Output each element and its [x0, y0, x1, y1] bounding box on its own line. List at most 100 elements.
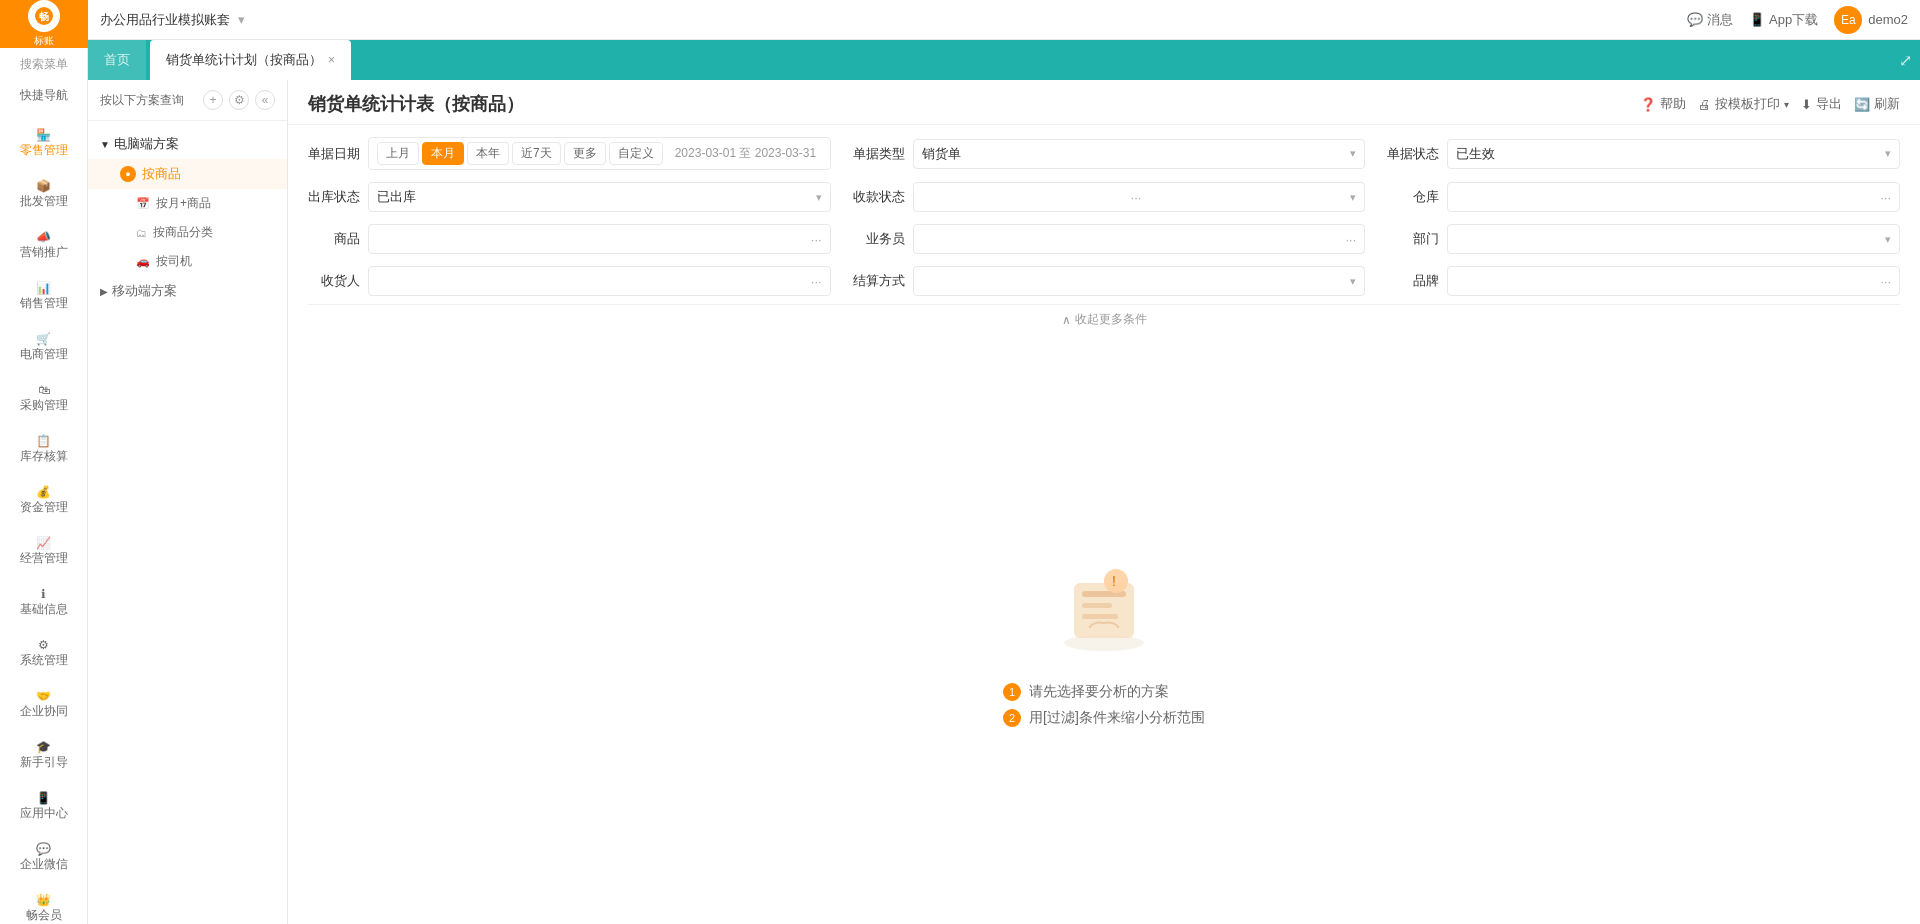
- empty-tip-2: 2 用[过滤]条件来缩小分析范围: [1003, 709, 1205, 727]
- filter-area: 单据日期 上月 本月 本年 近7天 更多 自定义 2023-03-01 至 20…: [288, 125, 1920, 346]
- export-btn[interactable]: ⬇ 导出: [1801, 95, 1842, 113]
- receipt-chevron: ▾: [1350, 191, 1356, 204]
- sidebar-item-retail[interactable]: 🏪 零售管理: [0, 118, 88, 169]
- date-btn-this-month[interactable]: 本月: [422, 142, 464, 165]
- app-download-btn[interactable]: 📱 App下载: [1749, 11, 1818, 29]
- tab-home[interactable]: 首页: [88, 40, 146, 80]
- print-btn[interactable]: 🖨 按模板打印 ▾: [1698, 95, 1789, 113]
- receiver-select[interactable]: ···: [368, 266, 831, 296]
- settings-icon: ⚙: [234, 93, 245, 107]
- sidebar-item-sales[interactable]: 📊 销售管理: [0, 271, 88, 322]
- month-goods-icon: 📅: [136, 197, 150, 210]
- collapse-filter-btn[interactable]: ∧ 收起更多条件: [308, 304, 1900, 334]
- dropdown-icon[interactable]: ▾: [238, 12, 245, 27]
- sidebar-item-inventory[interactable]: 📋 库存核算: [0, 424, 88, 475]
- sidebar-item-purchase[interactable]: 🛍 采购管理: [0, 373, 88, 424]
- title-actions: ❓ 帮助 🖨 按模板打印 ▾ ⬇ 导出 🔄 刷新: [1640, 95, 1900, 113]
- bill-type-label: 单据类型: [843, 145, 913, 163]
- sidebar-item-basic-info[interactable]: ℹ 基础信息: [0, 577, 88, 628]
- top-header: 办公用品行业模拟账套 ▾ 💬 消息 📱 App下载 Ea demo2: [88, 0, 1920, 40]
- maximize-icon: ⤢: [1899, 52, 1912, 69]
- warehouse-select[interactable]: ···: [1447, 182, 1900, 212]
- bill-type-select[interactable]: 销货单 ▾: [913, 139, 1366, 169]
- sidebar-item-wholesale[interactable]: 📦 批发管理: [0, 169, 88, 220]
- download-icon: 📱: [1749, 12, 1765, 27]
- tree-item-month-goods[interactable]: 📅 按月+商品: [88, 189, 287, 218]
- inventory-icon: 📋: [36, 434, 51, 448]
- date-btn-more[interactable]: 更多: [564, 142, 606, 165]
- username: demo2: [1868, 12, 1908, 27]
- tab-maximize-btn[interactable]: ⤢: [1899, 51, 1912, 70]
- date-btn-custom[interactable]: 自定义: [609, 142, 663, 165]
- goods-category-icon: 🗂: [136, 227, 147, 239]
- sidebar-item-operations[interactable]: 📈 经营管理: [0, 526, 88, 577]
- department-item: 部门 ▾: [1377, 224, 1900, 254]
- user-profile[interactable]: Ea demo2: [1834, 6, 1908, 34]
- salesperson-item: 业务员 ···: [843, 224, 1366, 254]
- sidebar-item-marketing[interactable]: 📣 营销推广: [0, 220, 88, 271]
- date-filter-item: 单据日期 上月 本月 本年 近7天 更多 自定义 2023-03-01 至 20…: [308, 137, 831, 170]
- add-scheme-btn[interactable]: +: [203, 90, 223, 110]
- svg-point-7: [1104, 569, 1128, 593]
- sidebar-item-app-center[interactable]: 📱 应用中心: [0, 781, 88, 832]
- sidebar-item-new-guide[interactable]: 🎓 新手引导: [0, 730, 88, 781]
- goods-select[interactable]: ···: [368, 224, 831, 254]
- bill-type-chevron: ▾: [1350, 147, 1356, 160]
- date-filter-control[interactable]: 上月 本月 本年 近7天 更多 自定义 2023-03-01 至 2023-03…: [368, 137, 831, 170]
- date-btn-last-month[interactable]: 上月: [377, 142, 419, 165]
- salesperson-select[interactable]: ···: [913, 224, 1366, 254]
- empty-illustration: !: [1044, 543, 1164, 663]
- salesperson-label: 业务员: [843, 230, 913, 248]
- system-icon: ⚙: [38, 638, 49, 652]
- settings-scheme-btn[interactable]: ⚙: [229, 90, 249, 110]
- desktop-group[interactable]: ▼ 电脑端方案: [88, 129, 287, 159]
- date-btn-this-year[interactable]: 本年: [467, 142, 509, 165]
- bill-type-value: 销货单: [922, 145, 961, 163]
- sidebar-item-ecommerce[interactable]: 🛒 电商管理: [0, 322, 88, 373]
- date-btn-7days[interactable]: 近7天: [512, 142, 561, 165]
- sidebar-item-member[interactable]: 👑 畅会员: [0, 883, 88, 924]
- tree-item-driver[interactable]: 🚗 按司机: [88, 247, 287, 276]
- tree-item-by-goods[interactable]: ● 按商品: [88, 159, 287, 189]
- purchase-icon: 🛍: [38, 383, 50, 397]
- refresh-icon: 🔄: [1854, 97, 1870, 112]
- sidebar-item-finance[interactable]: 💰 资金管理: [0, 475, 88, 526]
- quick-nav[interactable]: 快捷导航: [20, 81, 68, 110]
- date-btns: 上月 本月 本年 近7天 更多 自定义: [377, 142, 663, 165]
- receipt-status-select[interactable]: ··· ▾: [913, 182, 1366, 212]
- payment-method-select[interactable]: ▾: [913, 266, 1366, 296]
- help-icon: ❓: [1640, 97, 1656, 112]
- out-status-select[interactable]: 已出库 ▾: [368, 182, 831, 212]
- app-logo[interactable]: 畅 标账: [0, 0, 88, 48]
- help-btn[interactable]: ❓ 帮助: [1640, 95, 1686, 113]
- search-menu[interactable]: 搜索菜单: [20, 48, 68, 81]
- warehouse-label: 仓库: [1377, 188, 1447, 206]
- sidebar-item-system[interactable]: ⚙ 系统管理: [0, 628, 88, 679]
- goods-label: 商品: [308, 230, 368, 248]
- basic-info-icon: ℹ: [41, 587, 46, 601]
- brand-item: 品牌 ···: [1377, 266, 1900, 296]
- page-title-bar: 销货单统计计表（按商品） ❓ 帮助 🖨 按模板打印 ▾ ⬇ 导出: [288, 80, 1920, 125]
- empty-state: ! 1 请先选择要分析的方案 2 用[过滤]条件来缩小分析范围: [288, 346, 1920, 924]
- receiver-item: 收货人 ···: [308, 266, 831, 296]
- goods-dots: ···: [811, 232, 822, 247]
- mobile-group[interactable]: ▶ 移动端方案: [88, 276, 287, 306]
- content-area: 按以下方案查询 + ⚙ « ▼ 电脑端方案: [88, 80, 1920, 924]
- member-icon: 👑: [36, 893, 51, 907]
- goods-item: 商品 ···: [308, 224, 831, 254]
- bill-status-select[interactable]: 已生效 ▾: [1447, 139, 1900, 169]
- brand-select[interactable]: ···: [1447, 266, 1900, 296]
- print-dropdown-icon: ▾: [1784, 99, 1789, 110]
- sidebar-item-enterprise-wechat[interactable]: 💬 企业微信: [0, 832, 88, 883]
- tree-section: ▼ 电脑端方案 ● 按商品 📅 按月+商品 🗂 按商品分类: [88, 121, 287, 314]
- department-select[interactable]: ▾: [1447, 224, 1900, 254]
- tab-sales-stats[interactable]: 销货单统计计划（按商品） ×: [150, 40, 351, 80]
- refresh-btn[interactable]: 🔄 刷新: [1854, 95, 1900, 113]
- collapse-panel-btn[interactable]: «: [255, 90, 275, 110]
- tree-item-goods-category[interactable]: 🗂 按商品分类: [88, 218, 287, 247]
- message-btn[interactable]: 💬 消息: [1687, 11, 1733, 29]
- enterprise-wechat-icon: 💬: [36, 842, 51, 856]
- chevron-right-icon: ▶: [100, 286, 108, 297]
- tab-close-btn[interactable]: ×: [328, 53, 335, 67]
- sidebar-item-enterprise-collab[interactable]: 🤝 企业协同: [0, 679, 88, 730]
